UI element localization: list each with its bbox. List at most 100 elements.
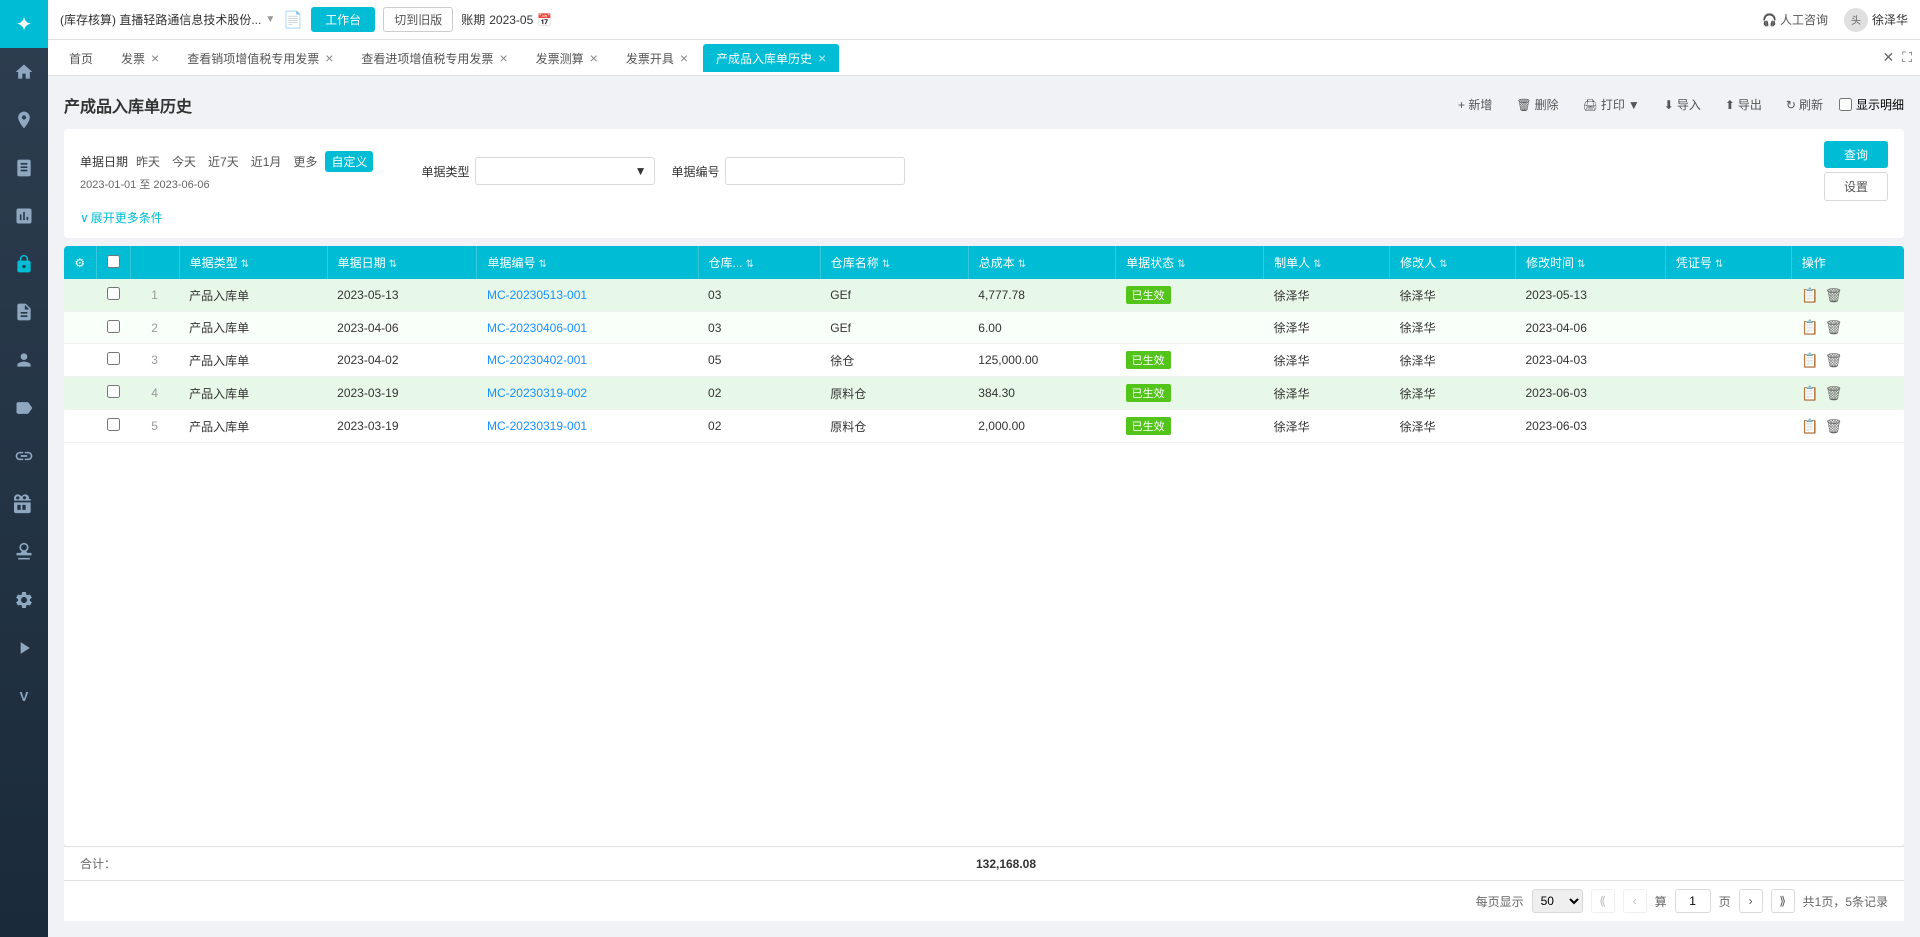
edit-icon[interactable]: 📋 — [1801, 287, 1818, 304]
sidebar-item-home[interactable] — [0, 48, 48, 96]
sidebar-item-settings[interactable] — [0, 576, 48, 624]
print-button[interactable]: 🖨 打印 ▼ — [1575, 92, 1648, 117]
prev-page-button[interactable]: ‹ — [1623, 889, 1647, 913]
doc-num-link[interactable]: MC-20230406-001 — [487, 321, 587, 335]
sidebar-item-version[interactable]: V — [0, 672, 48, 720]
th-warehouse-code[interactable]: 仓库...⇅ — [698, 246, 820, 279]
th-doc-status[interactable]: 单据状态⇅ — [1116, 246, 1264, 279]
user-menu[interactable]: 头 徐泽华 — [1844, 8, 1908, 32]
refresh-button[interactable]: ↻ 刷新 — [1778, 92, 1831, 117]
next-page-button[interactable]: › — [1739, 889, 1763, 913]
th-settings[interactable]: ⚙ — [64, 246, 96, 279]
sidebar-item-chart[interactable] — [0, 192, 48, 240]
delete-row-icon[interactable]: 🗑 — [1825, 287, 1843, 304]
company-selector[interactable]: (库存核算) 直播轻路通信息技术股份... ▼ — [60, 11, 275, 28]
query-button[interactable]: 查询 — [1824, 141, 1888, 168]
edit-icon[interactable]: 📋 — [1801, 319, 1818, 336]
th-creator[interactable]: 制单人⇅ — [1264, 246, 1390, 279]
tab-invoice-close-icon[interactable]: × — [151, 51, 159, 65]
page-input[interactable] — [1675, 889, 1711, 913]
row-checkbox[interactable] — [107, 320, 120, 333]
service-button[interactable]: 🎧 人工咨询 — [1762, 11, 1828, 28]
tab-sales-vat[interactable]: 查看销项增值税专用发票 × — [174, 44, 346, 72]
th-doc-num[interactable]: 单据编号⇅ — [477, 246, 698, 279]
delete-row-icon[interactable]: 🗑 — [1825, 319, 1843, 336]
sidebar-item-tag[interactable] — [0, 384, 48, 432]
tab-invoice[interactable]: 发票 × — [108, 44, 172, 72]
row-doc-num[interactable]: MC-20230319-002 — [477, 377, 698, 410]
period-calendar-icon[interactable]: 📅 — [537, 13, 552, 27]
th-warehouse-name[interactable]: 仓库名称⇅ — [820, 246, 968, 279]
row-checkbox[interactable] — [107, 418, 120, 431]
row-doc-num[interactable]: MC-20230402-001 — [477, 344, 698, 377]
th-voucher-num[interactable]: 凭证号⇅ — [1665, 246, 1791, 279]
edit-icon[interactable]: 📋 — [1801, 418, 1818, 435]
sidebar-item-stamp[interactable] — [0, 528, 48, 576]
row-checkbox-cell[interactable] — [96, 410, 130, 443]
tab-calc[interactable]: 发票测算 × — [523, 44, 611, 72]
row-checkbox-cell[interactable] — [96, 344, 130, 377]
export-button[interactable]: ⬆ 导出 — [1717, 92, 1770, 117]
row-checkbox[interactable] — [107, 352, 120, 365]
doc-num-link[interactable]: MC-20230513-001 — [487, 288, 587, 302]
tab-open[interactable]: 发票开具 × — [613, 44, 701, 72]
filter-settings-button[interactable]: 设置 — [1824, 172, 1888, 201]
tab-history[interactable]: 产成品入库单历史 × — [703, 44, 839, 72]
show-detail-checkbox[interactable] — [1839, 98, 1852, 111]
show-detail-checkbox-container[interactable]: 显示明细 — [1839, 96, 1904, 113]
th-total-cost[interactable]: 总成本⇅ — [968, 246, 1115, 279]
th-doc-date[interactable]: 单据日期⇅ — [327, 246, 477, 279]
new-button[interactable]: + 新增 — [1450, 92, 1500, 117]
th-doc-type[interactable]: 单据类型⇅ — [179, 246, 327, 279]
sidebar-item-connect[interactable] — [0, 432, 48, 480]
sidebar-item-lock[interactable] — [0, 240, 48, 288]
workbench-button[interactable]: 工作台 — [311, 7, 375, 32]
th-modifier[interactable]: 修改人⇅ — [1390, 246, 1516, 279]
custom-btn[interactable]: 自定义 — [325, 151, 373, 172]
tab-sales-vat-close-icon[interactable]: × — [325, 51, 333, 65]
doc-type-select[interactable]: ▼ — [475, 157, 655, 185]
tab-purchase-vat[interactable]: 查看进项增值税专用发票 × — [348, 44, 520, 72]
today-btn[interactable]: 今天 — [168, 151, 200, 172]
doc-num-link[interactable]: MC-20230319-002 — [487, 386, 587, 400]
doc-num-link[interactable]: MC-20230402-001 — [487, 353, 587, 367]
th-modify-time[interactable]: 修改时间⇅ — [1516, 246, 1666, 279]
expand-conditions-button[interactable]: ∨ 展开更多条件 — [80, 209, 1888, 226]
sidebar-item-list[interactable] — [0, 288, 48, 336]
tab-purchase-vat-close-icon[interactable]: × — [499, 51, 507, 65]
first-page-button[interactable]: ⟪ — [1591, 889, 1615, 913]
yesterday-btn[interactable]: 昨天 — [132, 151, 164, 172]
edit-icon[interactable]: 📋 — [1801, 352, 1818, 369]
sidebar-item-video[interactable] — [0, 624, 48, 672]
last-page-button[interactable]: ⟫ — [1771, 889, 1795, 913]
doc-num-input[interactable] — [725, 157, 905, 185]
tab-open-close-icon[interactable]: × — [680, 51, 688, 65]
row-checkbox-cell[interactable] — [96, 279, 130, 312]
row-doc-num[interactable]: MC-20230406-001 — [477, 312, 698, 344]
delete-row-icon[interactable]: 🗑 — [1825, 385, 1843, 402]
tab-close-all-button[interactable]: ✕ — [1882, 49, 1894, 66]
last7-btn[interactable]: 近7天 — [204, 151, 243, 172]
row-checkbox-cell[interactable] — [96, 377, 130, 410]
per-page-select[interactable]: 50 100 200 — [1532, 889, 1583, 913]
row-doc-num[interactable]: MC-20230513-001 — [477, 279, 698, 312]
delete-row-icon[interactable]: 🗑 — [1825, 418, 1843, 435]
tab-calc-close-icon[interactable]: × — [590, 51, 598, 65]
th-checkbox[interactable] — [96, 246, 130, 279]
delete-row-icon[interactable]: 🗑 — [1825, 352, 1843, 369]
row-checkbox-cell[interactable] — [96, 312, 130, 344]
sidebar-item-journal[interactable] — [0, 144, 48, 192]
doc-num-link[interactable]: MC-20230319-001 — [487, 419, 587, 433]
edit-icon[interactable]: 📋 — [1801, 385, 1818, 402]
import-button[interactable]: ⬇ 导入 — [1656, 92, 1709, 117]
switch-version-button[interactable]: 切到旧版 — [383, 7, 453, 32]
row-checkbox[interactable] — [107, 287, 120, 300]
sidebar-item-person[interactable] — [0, 336, 48, 384]
more-btn[interactable]: 更多 — [289, 151, 321, 172]
sidebar-item-inventory[interactable] — [0, 480, 48, 528]
last1m-btn[interactable]: 近1月 — [247, 151, 286, 172]
sidebar-item-org[interactable] — [0, 96, 48, 144]
tab-history-close-icon[interactable]: × — [818, 51, 826, 65]
row-checkbox[interactable] — [107, 385, 120, 398]
tab-expand-button[interactable]: ⛶ — [1902, 49, 1912, 66]
